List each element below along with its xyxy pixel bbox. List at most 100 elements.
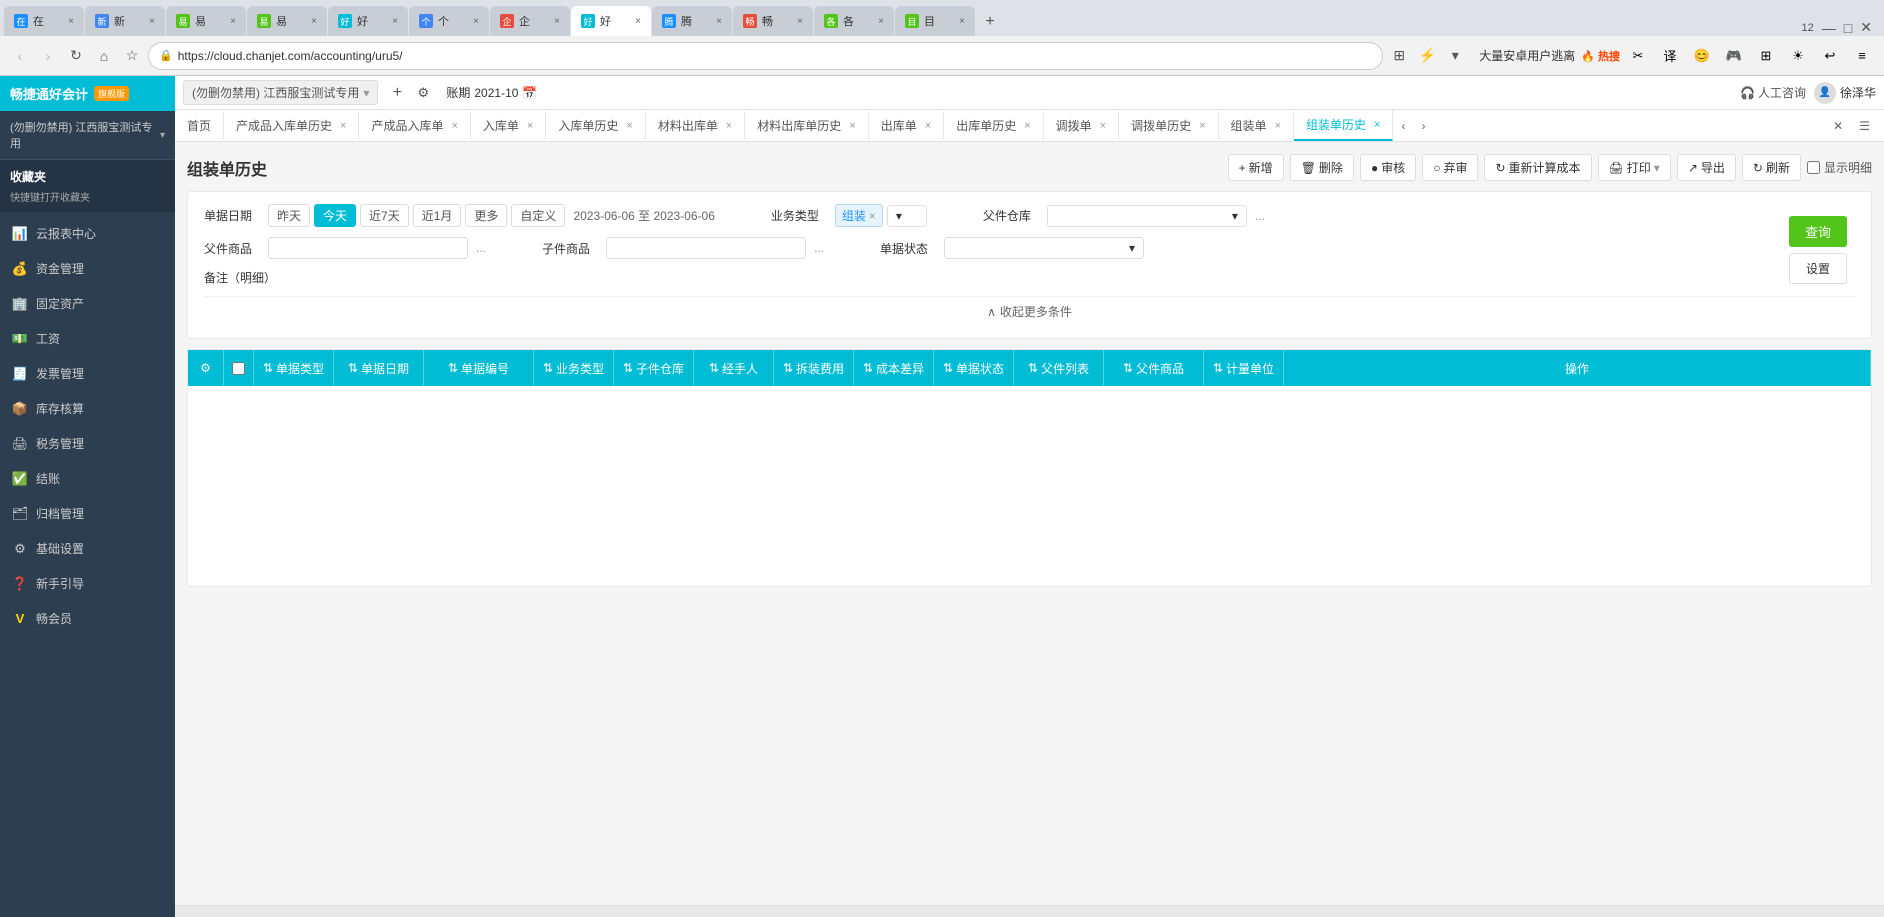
th-child-warehouse[interactable]: ⇅ 子件仓库 <box>614 350 694 386</box>
tab-mat-out-history-close[interactable]: × <box>849 120 855 132</box>
show-detail-checkbox-area[interactable]: 显示明细 <box>1807 159 1872 176</box>
collapse-button[interactable]: ∧ 收起更多条件 <box>204 296 1855 326</box>
date-custom[interactable]: 自定义 <box>511 204 565 227</box>
lightning-button[interactable]: ⚡ <box>1415 44 1439 68</box>
recalc-button[interactable]: ↻ 重新计算成本 <box>1484 154 1591 181</box>
add-button[interactable]: + 新增 <box>1228 154 1284 181</box>
tab-12[interactable]: 目 目 × <box>895 6 975 36</box>
translate-tool[interactable]: 译 <box>1656 42 1684 70</box>
sidebar-item-finance[interactable]: 💰 资金管理 <box>0 251 175 286</box>
th-parent-list[interactable]: ⇅ 父件列表 <box>1014 350 1104 386</box>
date-yesterday[interactable]: 昨天 <box>268 204 310 227</box>
child-goods-more[interactable]: ... <box>814 241 824 255</box>
parent-warehouse-more[interactable]: ... <box>1255 209 1265 223</box>
parent-warehouse-dropdown[interactable]: ▾ <box>1047 205 1247 227</box>
maximize-button[interactable]: □ <box>1844 20 1852 36</box>
home-nav-button[interactable]: ⌂ <box>92 44 116 68</box>
th-bill-no[interactable]: ⇅ 单据编号 <box>424 350 534 386</box>
tab-in-order[interactable]: 入库单 × <box>471 111 546 140</box>
back-button[interactable]: ‹ <box>8 44 32 68</box>
select-all-checkbox[interactable] <box>232 362 245 375</box>
th-unit[interactable]: ⇅ 计量单位 <box>1204 350 1284 386</box>
export-button[interactable]: ↗ 导出 <box>1677 154 1736 181</box>
scissors-tool[interactable]: ✂ <box>1624 42 1652 70</box>
new-tab-button[interactable]: + <box>976 8 1004 36</box>
th-biz-type[interactable]: ⇅ 业务类型 <box>534 350 614 386</box>
tab-nav-prev[interactable]: ‹ <box>1393 113 1413 139</box>
close-window-button[interactable]: ✕ <box>1860 19 1872 36</box>
tab-mat-out[interactable]: 材料出库单 × <box>646 111 745 140</box>
delete-button[interactable]: 🗑 删除 <box>1290 154 1354 181</box>
minimize-button[interactable]: — <box>1822 20 1836 36</box>
refresh-nav-button[interactable]: ↻ <box>64 44 88 68</box>
date-1month[interactable]: 近1月 <box>413 204 462 227</box>
sidebar-item-member[interactable]: V 畅会员 <box>0 601 175 636</box>
tab-prod-in-history-close[interactable]: × <box>340 120 346 132</box>
child-goods-input[interactable] <box>606 237 806 259</box>
tab-close-4[interactable]: × <box>311 16 317 27</box>
tab-assemble-history-close[interactable]: × <box>1199 120 1205 132</box>
tab-in-order-close[interactable]: × <box>527 120 533 132</box>
page-scrollbar[interactable] <box>175 905 1884 917</box>
biz-type-dropdown[interactable]: ▾ <box>887 205 927 227</box>
tab-out-history-close[interactable]: × <box>1024 120 1030 132</box>
tab-assemble[interactable]: 调拨单 × <box>1044 111 1119 140</box>
query-button[interactable]: 查询 <box>1789 216 1847 247</box>
th-disassembly-fee[interactable]: ⇅ 拆装费用 <box>774 350 854 386</box>
sidebar-item-checkout[interactable]: ✅ 结账 <box>0 461 175 496</box>
tab-home[interactable]: 首页 <box>175 111 224 140</box>
date-7days[interactable]: 近7天 <box>360 204 409 227</box>
tab-prod-in[interactable]: 产成品入库单 × <box>359 111 470 140</box>
game-tool[interactable]: 🎮 <box>1720 42 1748 70</box>
abandon-button[interactable]: ○ 弃审 <box>1422 154 1478 181</box>
parent-goods-more[interactable]: ... <box>476 241 486 255</box>
tab-close-10[interactable]: × <box>797 16 803 27</box>
forward-button[interactable]: › <box>36 44 60 68</box>
tab-nav-next[interactable]: › <box>1413 113 1433 139</box>
tab-kit-history-close[interactable]: × <box>1374 119 1380 131</box>
sidebar-item-tax[interactable]: 🖨 税务管理 <box>0 426 175 461</box>
tab-prod-in-close[interactable]: × <box>451 120 457 132</box>
tab-out-history[interactable]: 出库单历史 × <box>944 111 1043 140</box>
tab-6[interactable]: 个 个 × <box>409 6 489 36</box>
th-cost-diff[interactable]: ⇅ 成本差异 <box>854 350 934 386</box>
th-check[interactable] <box>224 350 254 386</box>
refresh-button[interactable]: ↻ 刷新 <box>1742 154 1801 181</box>
tab-2[interactable]: 新 新 × <box>85 6 165 36</box>
tab-1[interactable]: 在 在 × <box>4 6 84 36</box>
sidebar-item-guide[interactable]: ❓ 新手引导 <box>0 566 175 601</box>
hot-search-badge[interactable]: 🔥 热搜 <box>1581 48 1620 64</box>
show-detail-checkbox[interactable] <box>1807 161 1820 174</box>
tab-in-history-close[interactable]: × <box>626 120 632 132</box>
audit-button[interactable]: ● 审核 <box>1360 154 1416 181</box>
tab-kit-history[interactable]: 组装单历史 × <box>1294 110 1393 141</box>
tab-close-3[interactable]: × <box>230 16 236 27</box>
tab-out-order[interactable]: 出库单 × <box>869 111 944 140</box>
th-handler[interactable]: ⇅ 经手人 <box>694 350 774 386</box>
tab-close-12[interactable]: × <box>959 16 965 27</box>
bookmark-button[interactable]: ☆ <box>120 44 144 68</box>
print-button[interactable]: 🖨 打印 ▾ <box>1598 154 1671 181</box>
emoji-tool[interactable]: 😊 <box>1688 42 1716 70</box>
sidebar-item-assets[interactable]: 🏢 固定资产 <box>0 286 175 321</box>
parent-goods-input[interactable] <box>268 237 468 259</box>
company-selector[interactable]: (勿删勿禁用) 江西服宝测试专用 ▾ <box>183 80 378 105</box>
tab-close-8[interactable]: × <box>635 16 641 27</box>
tab-assemble-history[interactable]: 调拨单历史 × <box>1119 111 1218 140</box>
brightness-tool[interactable]: ☀ <box>1784 42 1812 70</box>
th-settings[interactable]: ⚙ <box>188 350 224 386</box>
tab-close-9[interactable]: × <box>716 16 722 27</box>
date-more[interactable]: 更多 <box>465 204 507 227</box>
sidebar-item-settings[interactable]: ⚙ 基础设置 <box>0 531 175 566</box>
th-parent-goods[interactable]: ⇅ 父件商品 <box>1104 350 1204 386</box>
th-bill-type[interactable]: ⇅ 单据类型 <box>254 350 334 386</box>
period-calendar-icon[interactable]: 📅 <box>522 86 537 100</box>
tab-close-11[interactable]: × <box>878 16 884 27</box>
undo-tool[interactable]: ↩ <box>1816 42 1844 70</box>
sidebar-item-archive[interactable]: 🗂 归档管理 <box>0 496 175 531</box>
menu-tool[interactable]: ≡ <box>1848 42 1876 70</box>
tab-5[interactable]: 好 好 × <box>328 6 408 36</box>
service-button[interactable]: 🎧 人工咨询 <box>1740 84 1806 101</box>
tab-close-1[interactable]: × <box>68 16 74 27</box>
settings-toolbar-button[interactable]: ⚙ <box>412 82 434 104</box>
